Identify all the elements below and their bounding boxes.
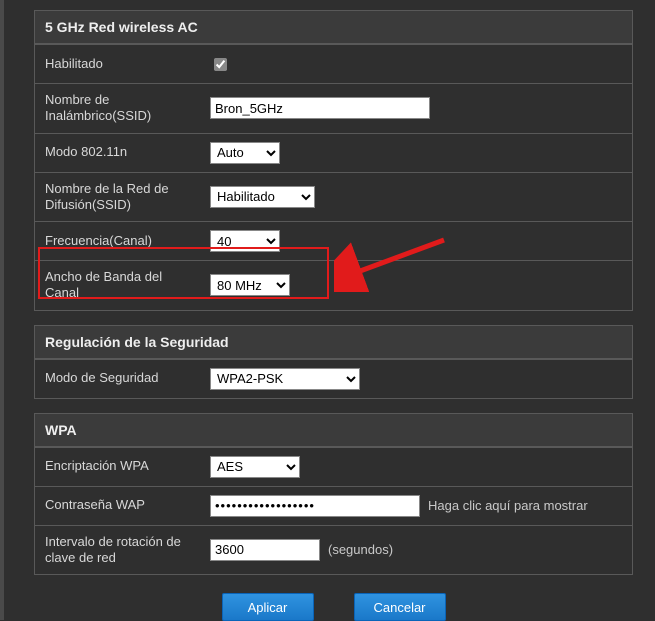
button-row: Aplicar Cancelar	[34, 593, 633, 621]
row-mode: Modo 802.11n Auto	[35, 133, 632, 172]
apply-button[interactable]: Aplicar	[222, 593, 314, 621]
broadcast-label: Nombre de la Red de Difusión(SSID)	[35, 173, 200, 222]
row-bandwidth: Ancho de Banda del Canal 80 MHz	[35, 260, 632, 310]
wpa-enc-label: Encriptación WPA	[35, 450, 200, 482]
row-enabled: Habilitado	[35, 44, 632, 83]
security-mode-label: Modo de Seguridad	[35, 362, 200, 394]
section-5ghz-title: 5 GHz Red wireless AC	[35, 11, 632, 44]
section-security-title: Regulación de la Seguridad	[35, 326, 632, 359]
enabled-checkbox[interactable]	[214, 58, 227, 71]
wpa-password-hint[interactable]: Haga clic aquí para mostrar	[428, 498, 588, 513]
wpa-password-label: Contraseña WAP	[35, 489, 200, 521]
ssid-input[interactable]	[210, 97, 430, 119]
cancel-button[interactable]: Cancelar	[354, 593, 446, 621]
row-ssid: Nombre de Inalámbrico(SSID)	[35, 83, 632, 133]
rekey-input[interactable]	[210, 539, 320, 561]
row-security-mode: Modo de Seguridad WPA2-PSK	[35, 359, 632, 398]
row-wpa-enc: Encriptación WPA AES	[35, 447, 632, 486]
mode-select[interactable]: Auto	[210, 142, 280, 164]
section-wpa-title: WPA	[35, 414, 632, 447]
channel-label: Frecuencia(Canal)	[35, 225, 200, 257]
settings-page: 5 GHz Red wireless AC Habilitado Nombre …	[0, 0, 655, 620]
section-security: Regulación de la Seguridad Modo de Segur…	[34, 325, 633, 399]
row-wpa-password: Contraseña WAP Haga clic aquí para mostr…	[35, 486, 632, 525]
row-channel: Frecuencia(Canal) 40	[35, 221, 632, 260]
row-rekey: Intervalo de rotación de clave de red (s…	[35, 525, 632, 575]
security-mode-select[interactable]: WPA2-PSK	[210, 368, 360, 390]
wpa-enc-select[interactable]: AES	[210, 456, 300, 478]
broadcast-select[interactable]: Habilitado	[210, 186, 315, 208]
bandwidth-label: Ancho de Banda del Canal	[35, 261, 200, 310]
rekey-label: Intervalo de rotación de clave de red	[35, 526, 200, 575]
bandwidth-select[interactable]: 80 MHz	[210, 274, 290, 296]
channel-select[interactable]: 40	[210, 230, 280, 252]
section-wpa: WPA Encriptación WPA AES Contraseña WAP …	[34, 413, 633, 576]
wpa-password-input[interactable]	[210, 495, 420, 517]
section-5ghz: 5 GHz Red wireless AC Habilitado Nombre …	[34, 10, 633, 311]
ssid-label: Nombre de Inalámbrico(SSID)	[35, 84, 200, 133]
mode-label: Modo 802.11n	[35, 136, 200, 168]
enabled-label: Habilitado	[35, 48, 200, 80]
rekey-unit: (segundos)	[328, 542, 393, 557]
row-broadcast: Nombre de la Red de Difusión(SSID) Habil…	[35, 172, 632, 222]
